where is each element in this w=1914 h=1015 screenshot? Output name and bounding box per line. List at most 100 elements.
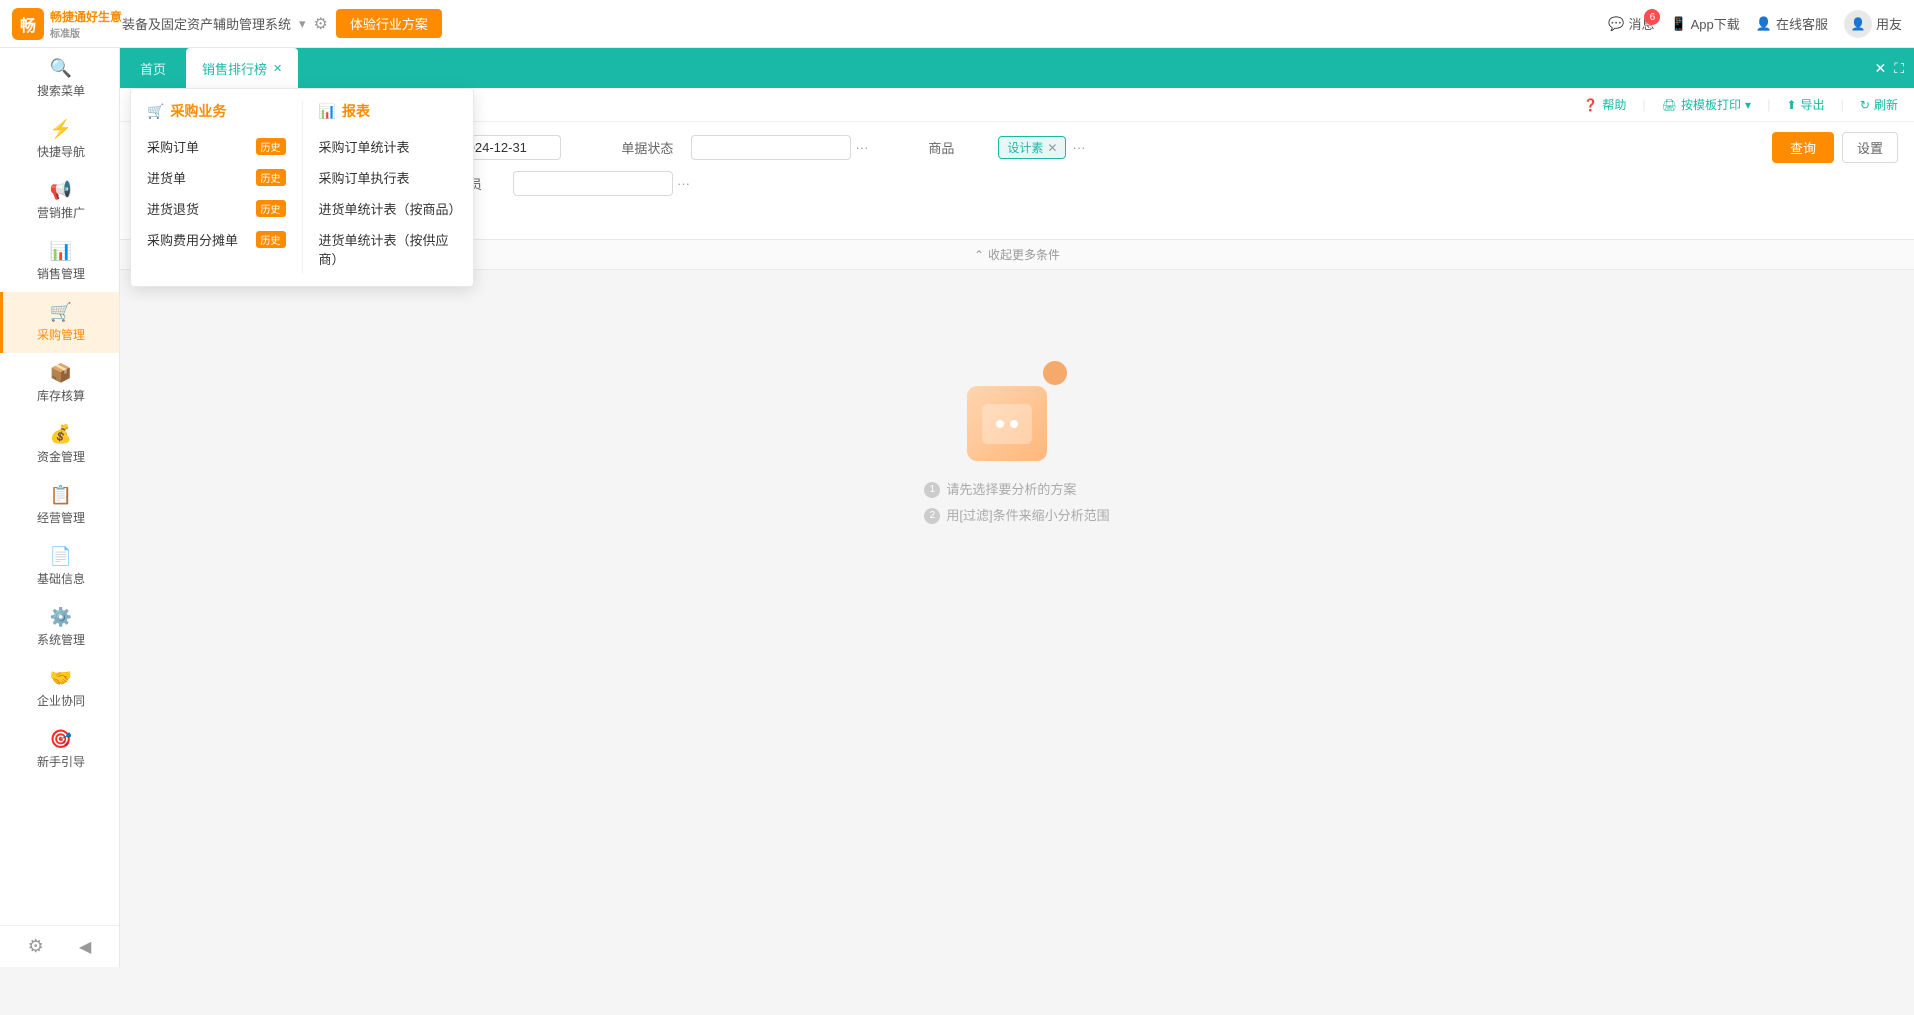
sidebar-item-purchase[interactable]: 🛒 采购管理 (0, 292, 119, 353)
message-badge: 6 (1644, 9, 1660, 25)
purchase-order-exec-label: 采购订单执行表 (319, 168, 410, 187)
sidebar-item-marketing[interactable]: 📢 营销推广 (0, 170, 119, 231)
goods-tag-close[interactable]: ✕ (1047, 141, 1057, 155)
operations-icon: 📋 (50, 485, 72, 506)
sidebar-item-basic-info[interactable]: 📄 基础信息 (0, 536, 119, 597)
header-system: 装备及固定资产辅助管理系统 ▾ ⚙ 体验行业方案 (122, 9, 1608, 38)
goods-filter-wrap: 设计素 ✕ ··· (998, 136, 1085, 159)
tab-home[interactable]: 首页 (120, 48, 186, 88)
header-right: 💬 消息 6 📱 App下载 👤 在线客服 👤 用友 (1608, 10, 1902, 38)
tip-text-2: 用[过滤]条件来缩小分析范围 (946, 503, 1109, 529)
user-nav[interactable]: 👤 用友 (1844, 10, 1902, 38)
refresh-icon: ↻ (1860, 98, 1870, 112)
tab-fullscreen-icon[interactable]: ⛶ (1894, 60, 1904, 77)
tabs-right: ✕ ⛶ (1864, 60, 1914, 77)
goods-return-label: 进货退货 (147, 199, 199, 218)
empty-illustration (957, 361, 1077, 461)
tip-text-1: 请先选择要分析的方案 (946, 477, 1076, 503)
goods-stats-supplier-label: 进货单统计表（按供应商） (319, 230, 458, 268)
print-dropdown-icon[interactable]: ▾ (1745, 98, 1751, 112)
inventory-icon: 📦 (50, 363, 72, 384)
sidebar-item-collaboration[interactable]: 🤝 企业协同 (0, 658, 119, 719)
sidebar-label-inventory: 库存核算 (37, 387, 85, 404)
tab-window-close-icon[interactable]: ✕ (1874, 60, 1886, 77)
goods-tag-value: 设计素 (1007, 139, 1043, 156)
tab-sales-rank[interactable]: 销售排行榜 ✕ (186, 48, 298, 88)
export-icon: ⬆ (1786, 98, 1796, 112)
settings-bottom-icon[interactable]: ⚙ (28, 936, 44, 957)
goods-more-icon: ··· (1072, 140, 1085, 155)
goods-stats-goods-label: 进货单统计表（按商品） (319, 199, 458, 218)
help-action[interactable]: ❓ 帮助 (1583, 96, 1626, 113)
sidebar-item-inventory[interactable]: 📦 库存核算 (0, 353, 119, 414)
sidebar-item-guide[interactable]: 🎯 新手引导 (0, 719, 119, 780)
sidebar-label-sales: 销售管理 (37, 265, 85, 282)
sidebar-item-search[interactable]: 🔍 搜索菜单 (0, 48, 119, 109)
sales-icon: 📊 (50, 241, 72, 262)
purchase-order-item[interactable]: 采购订单 历史 (143, 131, 290, 162)
tab-close-icon[interactable]: ✕ (273, 62, 282, 75)
message-icon: 💬 (1608, 16, 1624, 32)
purchase-order-exec-item[interactable]: 采购订单执行表 (315, 162, 462, 193)
purchase-icon: 🛒 (50, 302, 72, 323)
industry-button[interactable]: 体验行业方案 (336, 9, 442, 38)
export-label: 导出 (1801, 96, 1825, 113)
sidebar-label-quicknav: 快捷导航 (37, 143, 85, 160)
collapse-button[interactable]: ⌃ 收起更多条件 (974, 246, 1060, 263)
settings-icon[interactable]: ⚙ (314, 14, 328, 34)
online-service-label: 在线客服 (1776, 14, 1828, 33)
tab-home-label: 首页 (140, 59, 166, 78)
goods-return-history-badge: 历史 (256, 200, 286, 217)
goods-receipt-item[interactable]: 进货单 历史 (143, 162, 290, 193)
goods-return-item[interactable]: 进货退货 历史 (143, 193, 290, 224)
export-action[interactable]: ⬆ 导出 (1786, 96, 1824, 113)
collapse-sidebar-icon[interactable]: ◀ (79, 937, 91, 957)
app-download-nav[interactable]: 📱 App下载 (1670, 14, 1739, 33)
goods-receipt-history-badge: 历史 (256, 169, 286, 186)
purchase-order-stats-item[interactable]: 采购订单统计表 (315, 131, 462, 162)
help-icon: ❓ (1583, 98, 1598, 112)
print-action[interactable]: 🖨 按模板打印 ▾ (1662, 96, 1751, 113)
sidebar-item-system[interactable]: ⚙️ 系统管理 (0, 597, 119, 658)
separator3: | (1841, 97, 1844, 112)
print-label: 按模板打印 (1681, 96, 1741, 113)
doc-status-label: 单据状态 (621, 138, 681, 157)
goods-receipt-stats-by-supplier-item[interactable]: 进货单统计表（按供应商） (315, 224, 462, 274)
collapse-arrow-icon: ⌃ (974, 248, 984, 262)
popup-sections: 🛒 采购业务 采购订单 历史 进货单 历史 进货退货 历史 采购费用分摊单 历史 (131, 101, 473, 274)
sidebar-item-finance[interactable]: 💰 资金管理 (0, 414, 119, 475)
doc-status-more-icon: ··· (855, 140, 868, 155)
refresh-action[interactable]: ↻ 刷新 (1860, 96, 1898, 113)
online-service-nav[interactable]: 👤 在线客服 (1756, 14, 1828, 33)
toolbar-right: 查询 设置 (1772, 132, 1898, 163)
logo: 畅 畅捷通好生意 标准版 (12, 8, 122, 40)
goods-receipt-stats-by-goods-item[interactable]: 进货单统计表（按商品） (315, 193, 462, 224)
collaboration-icon: 🤝 (50, 668, 72, 689)
dropdown-arrow-icon[interactable]: ▾ (299, 16, 306, 32)
sidebar-label-finance: 资金管理 (37, 448, 85, 465)
popup-section-reports: 📊 报表 采购订单统计表 采购订单执行表 进货单统计表（按商品） 进货单统计表（… (302, 101, 474, 274)
sidebar-item-operations[interactable]: 📋 经营管理 (0, 475, 119, 536)
salesman-select-wrap: ··· (513, 171, 690, 196)
logo-icon: 畅 (12, 8, 44, 40)
sidebar-label-basicinfo: 基础信息 (37, 570, 85, 587)
purchase-expense-item[interactable]: 采购费用分摊单 历史 (143, 224, 290, 255)
service-icon: 👤 (1756, 16, 1772, 32)
robot-body (967, 386, 1047, 461)
salesman-select[interactable] (513, 171, 673, 196)
popup-section2-label: 报表 (342, 101, 370, 121)
empty-state: 1 请先选择要分析的方案 2 用[过滤]条件来缩小分析范围 (120, 270, 1914, 620)
help-label: 帮助 (1602, 96, 1626, 113)
purchase-expense-label: 采购费用分摊单 (147, 230, 238, 249)
goods-receipt-label: 进货单 (147, 168, 186, 187)
sidebar-item-quick-nav[interactable]: ⚡ 快捷导航 (0, 109, 119, 170)
app-download-label: App下载 (1691, 14, 1740, 33)
tabs-bar: 首页 销售排行榜 ✕ ✕ ⛶ (120, 48, 1914, 88)
message-nav[interactable]: 💬 消息 6 (1608, 14, 1654, 33)
setting-button[interactable]: 设置 (1842, 132, 1898, 163)
separator2: | (1767, 97, 1770, 112)
purchase-biz-icon: 🛒 (147, 103, 164, 120)
doc-status-select[interactable] (691, 135, 851, 160)
sidebar-item-sales[interactable]: 📊 销售管理 (0, 231, 119, 292)
query-button[interactable]: 查询 (1772, 132, 1834, 163)
